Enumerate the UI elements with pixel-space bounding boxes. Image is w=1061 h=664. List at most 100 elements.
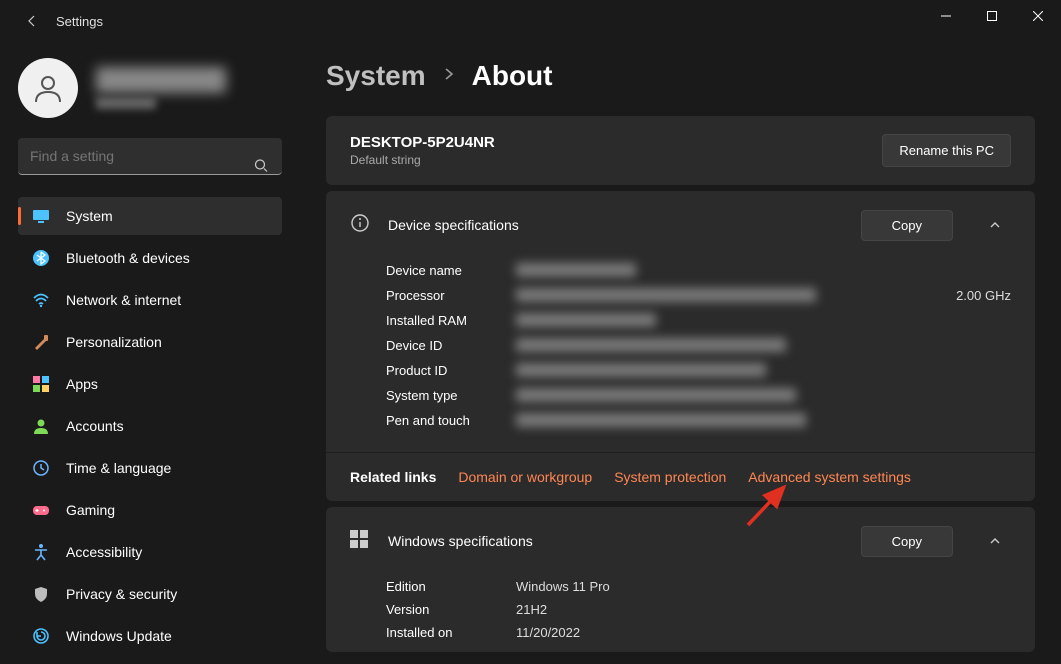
bluetooth-icon [32,249,50,267]
spec-row: Installed on11/20/2022 [326,621,1035,644]
sidebar-item-label: Windows Update [66,628,172,644]
breadcrumb-current: About [472,60,553,92]
titlebar: Settings [0,0,1061,42]
spec-value-redacted [516,338,1011,355]
shield-icon [32,585,50,603]
spec-value-redacted [516,313,1011,330]
spec-value: 11/20/2022 [516,625,1011,640]
sidebar-item-bluetooth-devices[interactable]: Bluetooth & devices [18,239,282,277]
sidebar-item-label: Privacy & security [66,586,177,602]
rename-pc-button[interactable]: Rename this PC [882,134,1011,167]
device-specs-card: Device specifications Copy Device name Pr… [326,191,1035,501]
spec-label: Device ID [386,338,516,355]
spec-extra: 2.00 GHz [956,288,1011,305]
link-advanced-system-settings[interactable]: Advanced system settings [748,469,911,485]
sidebar-item-label: Gaming [66,502,115,518]
sidebar-item-label: System [66,208,113,224]
sidebar-item-network-internet[interactable]: Network & internet [18,281,282,319]
device-specs-title: Device specifications [388,217,843,233]
sidebar-item-label: Bluetooth & devices [66,250,190,266]
sidebar-item-accounts[interactable]: Accounts [18,407,282,445]
spec-row: Device ID [326,334,1035,359]
profile-name-redacted [96,67,226,93]
collapse-device-specs[interactable] [979,209,1011,241]
breadcrumb: System About [326,60,1035,92]
spec-value-redacted [516,288,956,305]
paintbrush-icon [32,333,50,351]
related-links-row: Related links Domain or workgroup System… [326,452,1035,501]
pc-name: DESKTOP-5P2U4NR [350,134,495,151]
spec-row: Installed RAM [326,309,1035,334]
spec-label: Processor [386,288,516,305]
sidebar-item-system[interactable]: System [18,197,282,235]
spec-row: EditionWindows 11 Pro [326,575,1035,598]
spec-label: Product ID [386,363,516,380]
spec-row: Processor 2.00 GHz [326,284,1035,309]
sidebar-item-accessibility[interactable]: Accessibility [18,533,282,571]
sidebar-item-privacy-security[interactable]: Privacy & security [18,575,282,613]
sidebar-item-gaming[interactable]: Gaming [18,491,282,529]
sidebar-item-personalization[interactable]: Personalization [18,323,282,361]
sidebar-item-label: Personalization [66,334,162,350]
spec-row: Device name [326,259,1035,284]
spec-label: Installed RAM [386,313,516,330]
windows-icon [350,530,370,553]
window-controls [923,0,1061,32]
window-title: Settings [56,14,103,29]
accessibility-icon [32,543,50,561]
spec-label: System type [386,388,516,405]
content-area: System About DESKTOP-5P2U4NR Default str… [300,42,1061,664]
info-icon [350,213,370,238]
spec-value: Windows 11 Pro [516,579,1011,594]
sidebar: System Bluetooth & devices Network & inter… [0,42,300,664]
spec-row: Pen and touch [326,409,1035,434]
close-button[interactable] [1015,0,1061,32]
spec-row: Product ID [326,359,1035,384]
spec-value: 21H2 [516,602,1011,617]
windows-specs-title: Windows specifications [388,533,843,549]
spec-row: Version21H2 [326,598,1035,621]
link-domain-or-workgroup[interactable]: Domain or workgroup [458,469,592,485]
profile-sub-redacted [96,97,156,109]
sidebar-item-label: Network & internet [66,292,181,308]
search-input[interactable] [18,138,282,175]
back-button[interactable] [22,11,42,31]
windows-specs-card: Windows specifications Copy EditionWindo… [326,507,1035,652]
spec-value-redacted [516,263,1011,280]
minimize-button[interactable] [923,0,969,32]
chevron-right-icon [442,67,456,86]
person-icon [32,417,50,435]
spec-label: Installed on [386,625,516,640]
sidebar-item-label: Accessibility [66,544,142,560]
spec-label: Pen and touch [386,413,516,430]
related-links-label: Related links [350,469,436,485]
copy-windows-specs-button[interactable]: Copy [861,526,953,557]
display-icon [32,207,50,225]
spec-label: Device name [386,263,516,280]
breadcrumb-parent[interactable]: System [326,60,426,92]
avatar [18,58,78,118]
spec-label: Edition [386,579,516,594]
user-profile[interactable] [18,58,282,118]
update-icon [32,627,50,645]
link-system-protection[interactable]: System protection [614,469,726,485]
spec-label: Version [386,602,516,617]
spec-value-redacted [516,363,1011,380]
sidebar-item-label: Time & language [66,460,171,476]
pc-name-card: DESKTOP-5P2U4NR Default string Rename th… [326,116,1035,185]
sidebar-item-windows-update[interactable]: Windows Update [18,617,282,655]
apps-icon [32,375,50,393]
spec-value-redacted [516,388,1011,405]
spec-value-redacted [516,413,1011,430]
spec-row: System type [326,384,1035,409]
maximize-button[interactable] [969,0,1015,32]
copy-device-specs-button[interactable]: Copy [861,210,953,241]
sidebar-item-label: Apps [66,376,98,392]
sidebar-item-time-language[interactable]: Time & language [18,449,282,487]
sidebar-item-label: Accounts [66,418,124,434]
sidebar-item-apps[interactable]: Apps [18,365,282,403]
pc-subtitle: Default string [350,153,495,167]
wifi-icon [32,291,50,309]
clock-icon [32,459,50,477]
collapse-windows-specs[interactable] [979,525,1011,557]
